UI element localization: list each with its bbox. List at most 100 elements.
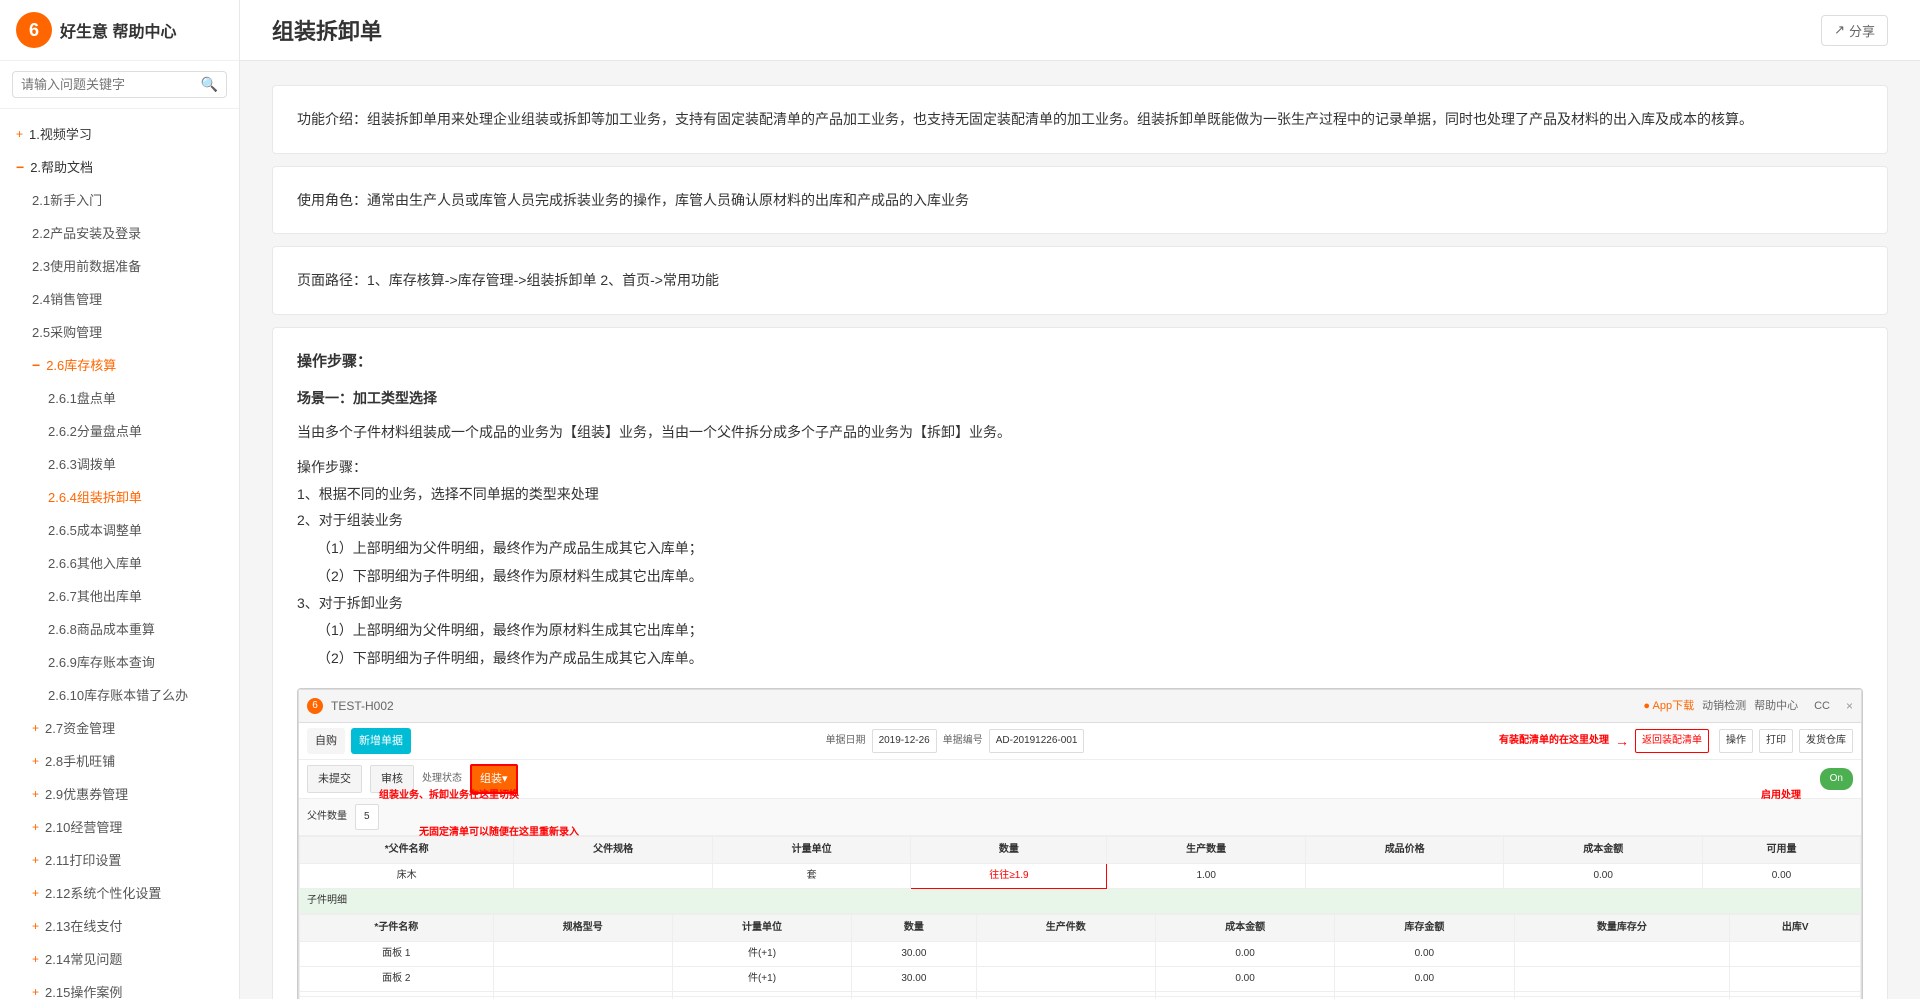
mock-tab-new[interactable]: 新增单据 [351, 728, 411, 754]
step2-1: （1）上部明细为父件明细，最终作为产成品生成其它入库单； [297, 534, 1863, 562]
mock-order-value: AD-20191226-001 [989, 729, 1085, 753]
logo-icon: 6 [16, 12, 52, 48]
inventory-minus-icon: − [32, 357, 40, 373]
sidebar-item-cost-adj[interactable]: 2.6.5成本调整单 [0, 513, 239, 546]
mock-nav3: 帮助中心 [1754, 695, 1798, 717]
sidebar-item-other-out[interactable]: 2.6.7其他出库单 [0, 579, 239, 612]
sidebar-item-sales[interactable]: 2.4销售管理 [0, 282, 239, 315]
main-body: 功能介绍：组装拆卸单用来处理企业组装或拆卸等加工业务，支持有固定装配清单的产品加… [240, 61, 1920, 999]
mock-top-table-wrap: *父件名称 父件规格 计量单位 数量 生产数量 成品价格 成本金额 可用量 [299, 836, 1861, 889]
path-text: 页面路径：1、库存核算->库存管理->组装拆卸单 2、首页->常用功能 [297, 267, 1863, 294]
mock-order-label: 单据编号 [943, 731, 983, 751]
mock-bth-2: 规格型号 [493, 915, 672, 942]
sidebar-item-prepare[interactable]: 2.3使用前数据准备 [0, 249, 239, 282]
mock-nav2: 动销检测 [1702, 695, 1746, 717]
sidebar-item-stocktake[interactable]: 2.6.1盘点单 [0, 381, 239, 414]
share-button[interactable]: ↗ 分享 [1821, 15, 1888, 46]
intro-text: 功能介绍：组装拆卸单用来处理企业组装或拆卸等加工业务，支持有固定装配清单的产品加… [297, 106, 1863, 133]
mock-section-label: 子件明细 [299, 889, 1861, 914]
table-row: 床木 套 往往≥1.9 1.00 0.00 0.00 [300, 864, 1861, 889]
plus-icon: + [16, 127, 23, 141]
sidebar-item-custom[interactable]: + 2.12系统个性化设置 [0, 876, 239, 909]
mock-th-5: 生产数量 [1107, 837, 1306, 864]
mock-bth-3: 计量单位 [672, 915, 851, 942]
mock-td-name: 床木 [300, 864, 514, 889]
mock-bth-8: 数量库存分 [1514, 915, 1730, 942]
step1: 1、根据不同的业务，选择不同单据的类型来处理 [297, 481, 1863, 508]
sidebar-item-online-pay[interactable]: + 2.13在线支付 [0, 909, 239, 942]
mock-close-icon[interactable]: × [1846, 694, 1853, 718]
mock-top-table: *父件名称 父件规格 计量单位 数量 生产数量 成品价格 成本金额 可用量 [299, 836, 1861, 889]
mock-field-label: 父件数量 [307, 807, 347, 827]
mock-return-btn[interactable]: 返回装配清单 [1635, 729, 1709, 753]
mock-td-avail: 0.00 [1702, 864, 1860, 889]
screenshot-container: 6 TEST-H002 ● App下载 动销检测 帮助中心 CC × 自购 [297, 688, 1863, 999]
sidebar-header: 6 好生意 帮助中心 [0, 0, 239, 61]
steps-content: 场景一：加工类型选择 当由多个子件材料组装成一个成品的业务为【组装】业务，当由一… [297, 385, 1863, 999]
search-icon[interactable]: 🔍 [201, 76, 218, 93]
mock-th-7: 成本金额 [1504, 837, 1703, 864]
sidebar-item-purchase[interactable]: 2.5采购管理 [0, 315, 239, 348]
sidebar-item-inv-check[interactable]: 2.6.9库存账本查询 [0, 645, 239, 678]
intro-card: 功能介绍：组装拆卸单用来处理企业组装或拆卸等加工业务，支持有固定装配清单的产品加… [272, 85, 1888, 154]
page-title: 组装拆卸单 [272, 14, 382, 46]
mock-tabbar: 自购 新增单据 单据日期 2019-12-26 单据编号 AD-20191226… [299, 723, 1861, 760]
sidebar-item-adjust[interactable]: 2.6.3调拨单 [0, 447, 239, 480]
step3-2: （2）下部明细为子件明细，最终作为产成品生成其它入库单。 [297, 644, 1863, 672]
step2: 2、对于组装业务 [297, 507, 1863, 534]
mock-form-row: 父件数量 5 无固定清单可以随便在这里重新录入 [299, 799, 1861, 836]
mock-warehouse-btn[interactable]: 发货仓库 [1799, 729, 1853, 753]
sidebar-item-split-stocktake[interactable]: 2.6.2分量盘点单 [0, 414, 239, 447]
mock-th-4: 数量 [911, 837, 1107, 864]
mock-bth-4: 数量 [852, 915, 977, 942]
sidebar-item-newbie[interactable]: 2.1新手入门 [0, 183, 239, 216]
mock-op-btn[interactable]: 操作 [1719, 729, 1753, 753]
mock-status-tab1[interactable]: 未提交 [307, 765, 362, 793]
sidebar-item-assemble[interactable]: 2.6.4组装拆卸单 [0, 480, 239, 513]
mock-bth-5: 生产件数 [976, 915, 1155, 942]
mock-status-bar: 未提交 审核 处理状态 组装▾ 组装业务、拆卸业务在这里切换 On 启用处理 [299, 760, 1861, 799]
sidebar-item-video[interactable]: + 1.视频学习 [0, 117, 239, 150]
sidebar-item-docs[interactable]: − 2.帮助文档 [0, 150, 239, 183]
share-icon: ↗ [1834, 22, 1845, 38]
mock-app-id: TEST-H002 [331, 694, 394, 718]
main-area: 组装拆卸单 ↗ 分享 功能介绍：组装拆卸单用来处理企业组装或拆卸等加工业务，支持… [240, 0, 1920, 999]
mock-on-toggle[interactable]: On [1820, 768, 1853, 790]
sidebar-item-cases[interactable]: + 2.15操作案例 [0, 975, 239, 999]
sidebar-item-print[interactable]: + 2.11打印设置 [0, 843, 239, 876]
sidebar-item-inv-wrong[interactable]: 2.6.10库存账本错了么办 [0, 678, 239, 711]
mock-date-label: 单据日期 [826, 731, 866, 751]
sidebar-item-faq[interactable]: + 2.14常见问题 [0, 942, 239, 975]
mock-print-btn[interactable]: 打印 [1759, 729, 1793, 753]
mock-tab-home[interactable]: 自购 [307, 728, 345, 754]
sidebar-item-coupon[interactable]: + 2.9优惠券管理 [0, 777, 239, 810]
sidebar-item-inventory[interactable]: − 2.6库存核算 [0, 348, 239, 381]
main-header: 组装拆卸单 ↗ 分享 [240, 0, 1920, 61]
sidebar-item-goods-cost[interactable]: 2.6.8商品成本重算 [0, 612, 239, 645]
app-title: 好生意 帮助中心 [60, 18, 176, 42]
sidebar-item-finance[interactable]: + 2.7资金管理 [0, 711, 239, 744]
steps-title: 操作步骤： [297, 348, 1863, 375]
mock-td-cost: 0.00 [1504, 864, 1703, 889]
mock-td-spec [514, 864, 713, 889]
mock-td-qty: 往往≥1.9 [911, 864, 1107, 889]
mock-th-8: 可用量 [1702, 837, 1860, 864]
search-box: 🔍 [0, 61, 239, 109]
role-card: 使用角色：通常由生产人员或库管人员完成拆装业务的操作，库管人员确认原材料的出库和… [272, 166, 1888, 235]
sidebar-item-other-in[interactable]: 2.6.6其他入库单 [0, 546, 239, 579]
search-input[interactable] [21, 77, 201, 92]
step3-1: （1）上部明细为父件明细，最终作为原材料生成其它出库单； [297, 616, 1863, 644]
mock-th-6: 成品价格 [1305, 837, 1504, 864]
sidebar-item-install[interactable]: 2.2产品安装及登录 [0, 216, 239, 249]
mock-app: 6 TEST-H002 ● App下载 动销检测 帮助中心 CC × 自购 [298, 689, 1862, 999]
sidebar-item-ops[interactable]: + 2.10经营管理 [0, 810, 239, 843]
mock-date-value: 2019-12-26 [872, 729, 937, 753]
mock-th-3: 计量单位 [712, 837, 911, 864]
mock-bth-1: *子件名称 [300, 915, 494, 942]
role-text: 使用角色：通常由生产人员或库管人员完成拆装业务的操作，库管人员确认原材料的出库和… [297, 187, 1863, 214]
scene1-title: 场景一：加工类型选择 [297, 390, 437, 406]
step2-2: （2）下部明细为子件明细，最终作为原材料生成其它出库单。 [297, 562, 1863, 590]
sidebar-item-mobile[interactable]: + 2.8手机旺铺 [0, 744, 239, 777]
mock-arrow: → [1615, 727, 1629, 755]
mock-annotation-top: 有装配清单的在这里处理 [1499, 731, 1609, 751]
